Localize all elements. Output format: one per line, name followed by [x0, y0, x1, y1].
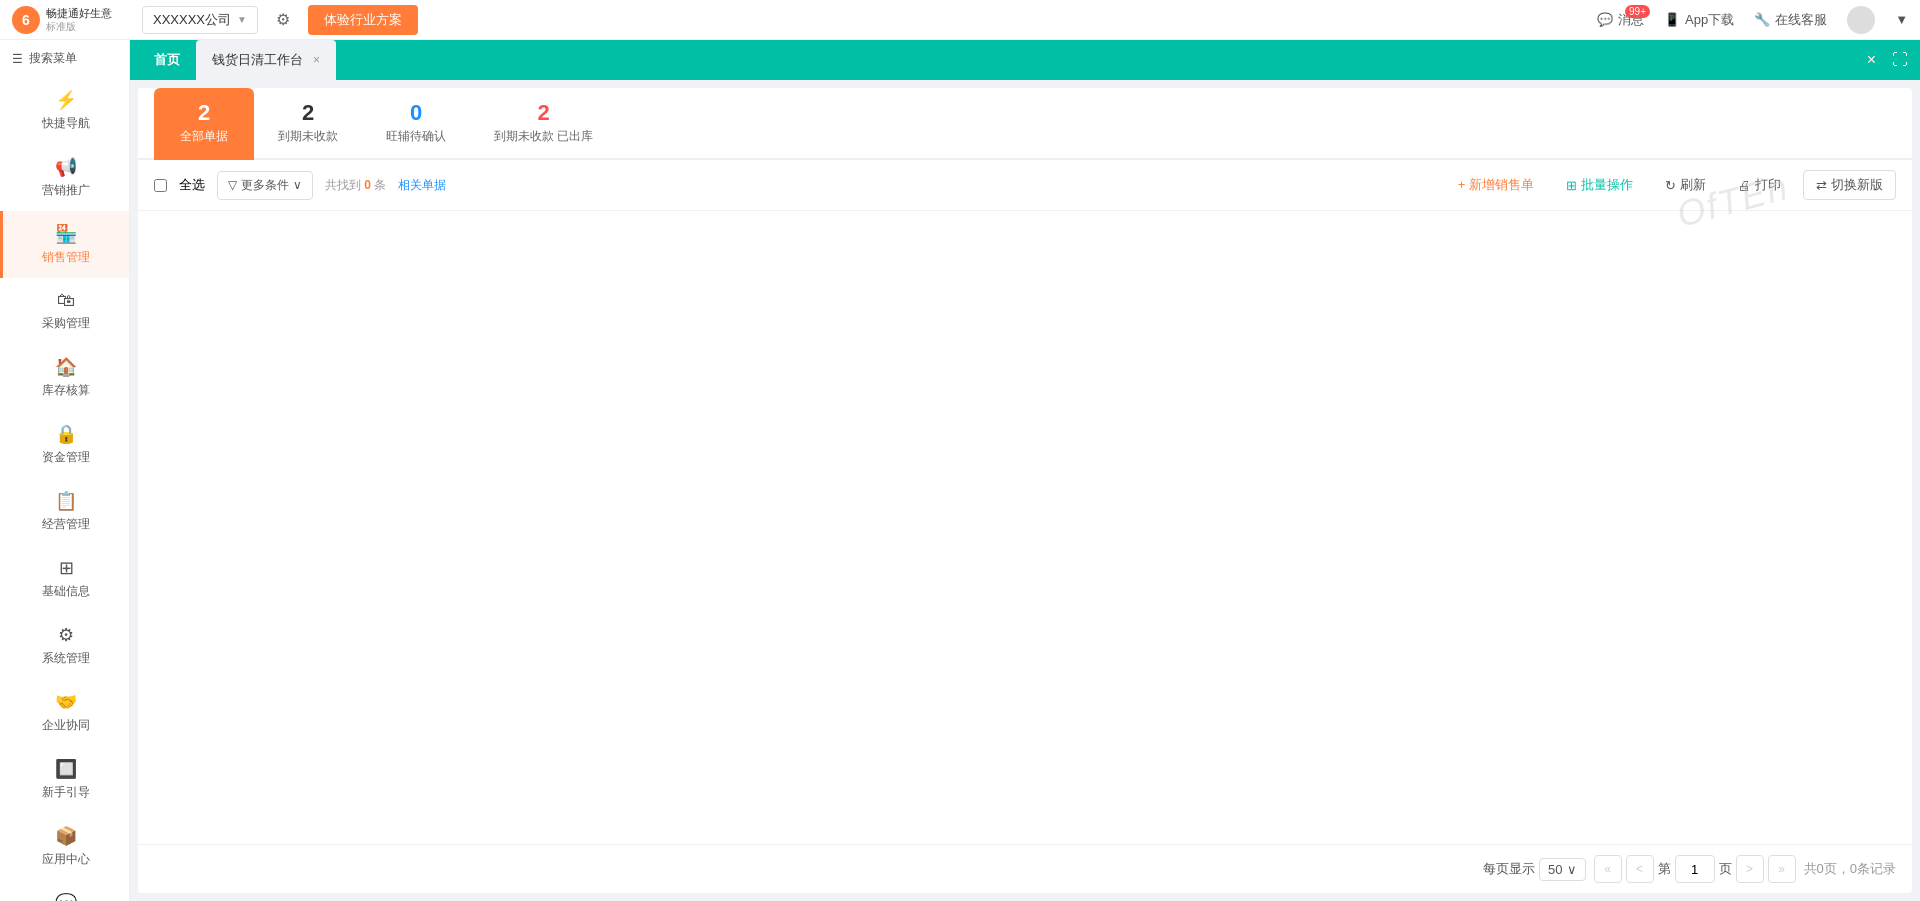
warehouse-icon: 🏠	[55, 356, 77, 378]
sidebar-item-basic-info[interactable]: ⊞ 基础信息	[0, 545, 129, 612]
sidebar: ☰ 搜索菜单 ⚡ 快捷导航 📢 营销推广 🏪 销售管理 🛍 采购管理 🏠 库存核…	[0, 40, 130, 901]
select-all-checkbox[interactable]	[154, 179, 167, 192]
trial-button[interactable]: 体验行业方案	[308, 5, 418, 35]
sidebar-item-app-center[interactable]: 📦 应用中心	[0, 813, 129, 880]
shop-icon: 🏪	[55, 223, 77, 245]
message-button[interactable]: 💬 消息 99+	[1597, 11, 1644, 29]
grid-icon: ⊞	[59, 557, 74, 579]
page-content: 2 全部单据 2 到期未收款 0 旺辅待确认 2 到期未收款 已出库	[138, 88, 1912, 893]
next-page-button[interactable]: >	[1736, 855, 1764, 883]
top-bar: 6 畅捷通好生意 标准版 XXXXXX公司 ▼ ⚙ 体验行业方案 💬 消息 99…	[0, 0, 1920, 40]
guide-icon: 🔲	[55, 758, 77, 780]
megaphone-icon: 📢	[55, 156, 77, 178]
per-page-select-box[interactable]: 50 ∨	[1539, 858, 1585, 881]
status-tab-all[interactable]: 2 全部单据	[154, 88, 254, 160]
company-selector[interactable]: XXXXXX公司 ▼	[142, 6, 258, 34]
message-icon: 💬	[1597, 12, 1613, 27]
related-orders-link[interactable]: 相关单据	[398, 177, 446, 194]
avatar[interactable]	[1847, 6, 1875, 34]
tab-close-icon[interactable]: ×	[313, 53, 320, 67]
status-tab-overdue[interactable]: 2 到期未收款	[254, 88, 362, 160]
report-icon: 📋	[55, 490, 77, 512]
refresh-icon: ↻	[1665, 178, 1676, 193]
settings-button[interactable]: ⚙	[268, 5, 298, 35]
sidebar-item-wechat[interactable]: 💬 企业微信	[0, 880, 129, 901]
online-service-button[interactable]: 🔧 在线客服	[1754, 11, 1827, 29]
minimize-button[interactable]: ×	[1863, 47, 1880, 73]
tab-bar: 首页 钱货日清工作台 × × ⛶	[130, 40, 1920, 80]
user-menu[interactable]: ▼	[1895, 12, 1908, 27]
status-tabs: 2 全部单据 2 到期未收款 0 旺辅待确认 2 到期未收款 已出库	[138, 88, 1912, 160]
prev-page-button[interactable]: <	[1626, 855, 1654, 883]
wechat-icon: 💬	[55, 892, 77, 901]
top-bar-right: 💬 消息 99+ 📱 App下载 🔧 在线客服 ▼	[1597, 6, 1908, 34]
more-conditions-button[interactable]: ▽ 更多条件 ∨	[217, 171, 313, 200]
logo-area: 6 畅捷通好生意 标准版	[12, 6, 132, 34]
tab-workbench[interactable]: 钱货日清工作台 ×	[196, 40, 336, 80]
first-page-button[interactable]: «	[1594, 855, 1622, 883]
bag-icon: 🛍	[57, 290, 75, 311]
app-download-button[interactable]: 📱 App下载	[1664, 11, 1734, 29]
sidebar-item-finance[interactable]: 🔒 资金管理	[0, 411, 129, 478]
page-number-input[interactable]	[1675, 855, 1715, 883]
last-page-button[interactable]: »	[1768, 855, 1796, 883]
status-tab-overdue-shipped[interactable]: 2 到期未收款 已出库	[470, 88, 617, 160]
lightning-icon: ⚡	[55, 89, 77, 111]
handshake-icon: 🤝	[55, 691, 77, 713]
main-layout: ☰ 搜索菜单 ⚡ 快捷导航 📢 营销推广 🏪 销售管理 🛍 采购管理 🏠 库存核…	[0, 40, 1920, 901]
tab-home[interactable]: 首页	[138, 40, 196, 80]
chevron-down-icon: ▼	[1895, 12, 1908, 27]
chevron-down-icon: ∨	[293, 178, 302, 192]
sidebar-item-newbie[interactable]: 🔲 新手引导	[0, 746, 129, 813]
toolbar: 全选 ▽ 更多条件 ∨ 共找到 0 条 相关单据 + 新增销售单 ⊞ 批量操作	[138, 160, 1912, 211]
message-badge: 99+	[1625, 5, 1650, 18]
per-page-selector: 每页显示 50 ∨	[1483, 858, 1585, 881]
tab-bar-actions: × ⛶	[1863, 47, 1912, 73]
batch-operation-button[interactable]: ⊞ 批量操作	[1556, 171, 1643, 199]
total-records: 共0页，0条记录	[1804, 860, 1896, 878]
sidebar-item-operations[interactable]: 📋 经营管理	[0, 478, 129, 545]
sidebar-item-enterprise-coop[interactable]: 🤝 企业协同	[0, 679, 129, 746]
top-bar-left: 6 畅捷通好生意 标准版 XXXXXX公司 ▼ ⚙ 体验行业方案	[12, 5, 418, 35]
sidebar-item-quick-nav[interactable]: ⚡ 快捷导航	[0, 77, 129, 144]
logo-icon: 6	[12, 6, 40, 34]
chevron-down-icon: ∨	[1567, 862, 1577, 877]
chevron-down-icon: ▼	[237, 14, 247, 25]
batch-icon: ⊞	[1566, 178, 1577, 193]
finance-icon: 🔒	[55, 423, 77, 445]
print-icon: 🖨	[1738, 178, 1751, 193]
service-icon: 🔧	[1754, 12, 1770, 27]
toolbar-right: + 新增销售单 ⊞ 批量操作 ↻ 刷新 🖨 打印 ⇄	[1448, 170, 1896, 200]
sidebar-item-system[interactable]: ⚙ 系统管理	[0, 612, 129, 679]
print-button[interactable]: 🖨 打印	[1728, 171, 1791, 199]
status-tab-wangfu[interactable]: 0 旺辅待确认	[362, 88, 470, 160]
found-text: 共找到 0 条	[325, 177, 386, 194]
sidebar-item-purchase[interactable]: 🛍 采购管理	[0, 278, 129, 344]
switch-icon: ⇄	[1816, 178, 1827, 193]
switch-version-button[interactable]: ⇄ 切换新版	[1803, 170, 1896, 200]
sidebar-item-sales[interactable]: 🏪 销售管理	[0, 211, 129, 278]
sidebar-item-search[interactable]: ☰ 搜索菜单	[0, 40, 129, 77]
sidebar-item-inventory[interactable]: 🏠 库存核算	[0, 344, 129, 411]
pagination: « < 第 页 > »	[1594, 855, 1796, 883]
download-icon: 📱	[1664, 12, 1680, 27]
apps-icon: 📦	[55, 825, 77, 847]
refresh-button[interactable]: ↻ 刷新	[1655, 171, 1716, 199]
watermark: OfTEn	[1672, 211, 1793, 236]
sidebar-item-marketing[interactable]: 📢 营销推广	[0, 144, 129, 211]
select-all-label: 全选	[179, 176, 205, 194]
system-icon: ⚙	[58, 624, 74, 646]
search-icon: ☰	[12, 52, 23, 66]
page-footer: 每页显示 50 ∨ « < 第 页 > » 共0页，0条记录	[138, 844, 1912, 893]
content-area: 首页 钱货日清工作台 × × ⛶ 2 全部单据 2 到期未收款	[130, 40, 1920, 901]
add-sales-order-button[interactable]: + 新增销售单	[1448, 171, 1544, 199]
maximize-button[interactable]: ⛶	[1888, 47, 1912, 73]
logo-text: 畅捷通好生意 标准版	[46, 6, 112, 33]
table-area: OfTEn	[138, 211, 1912, 844]
filter-icon: ▽	[228, 178, 237, 192]
